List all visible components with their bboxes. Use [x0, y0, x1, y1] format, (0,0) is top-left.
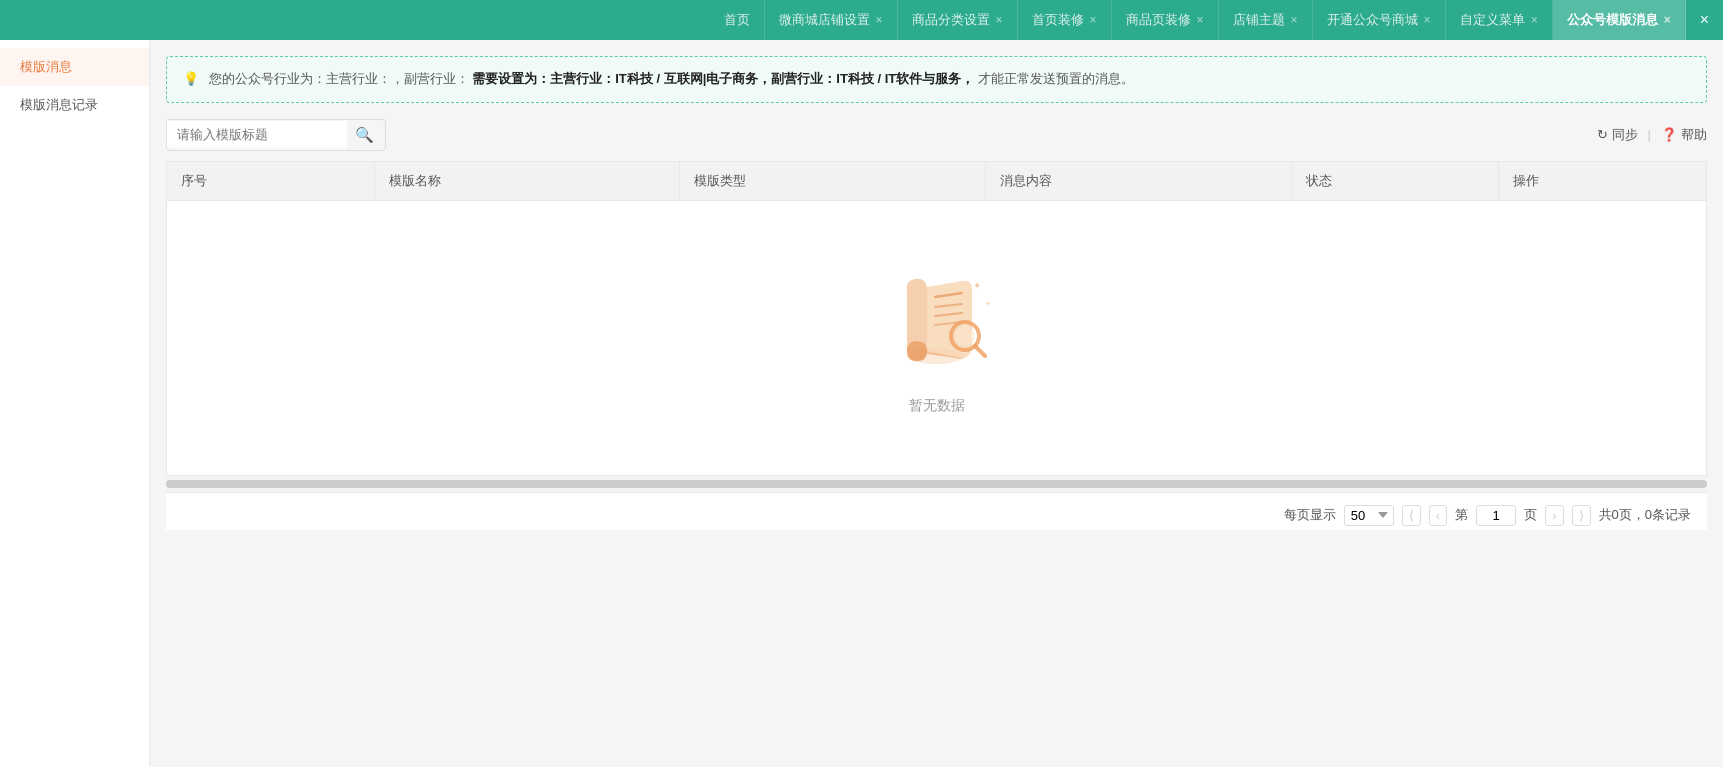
tab-item-open-wechat[interactable]: 开通公众号商城× — [1313, 0, 1446, 40]
tab-item-home[interactable]: 首页 — [710, 0, 765, 40]
svg-line-7 — [975, 346, 985, 356]
col-header-content: 消息内容 — [986, 161, 1292, 200]
notice-text1: 您的公众号行业为：主营行业：，副营行业： — [209, 71, 469, 86]
sidebar: 模版消息模版消息记录 — [0, 40, 150, 767]
page-size-select[interactable]: 102050100 — [1344, 505, 1394, 526]
scrollbar-inner — [166, 480, 1707, 488]
total-info: 共0页，0条记录 — [1599, 506, 1691, 524]
sidebar-item-template-msg-record[interactable]: 模版消息记录 — [0, 86, 149, 124]
table-body: ✦ ✦ 暂无数据 — [167, 200, 1707, 475]
close-all-button[interactable]: × — [1686, 11, 1723, 29]
page-input[interactable] — [1476, 505, 1516, 526]
next-page-button[interactable]: › — [1545, 505, 1563, 526]
tab-close-shop-settings[interactable]: × — [876, 13, 883, 27]
last-page-button[interactable]: ⟩ — [1572, 505, 1591, 526]
refresh-icon: ↻ — [1597, 127, 1608, 142]
pagination: 每页显示 102050100 ⟨ ‹ 第 页 › ⟩ 共0页，0条记录 — [166, 492, 1707, 530]
notice-highlight: 需要设置为：主营行业：IT科技 / 互联网|电子商务，副营行业：IT科技 / I… — [472, 71, 974, 86]
help-icon: ❓ — [1661, 127, 1677, 142]
toolbar: 🔍 ↻ 同步 | ❓ 帮助 — [166, 119, 1707, 151]
page-size-label: 每页显示 — [1284, 506, 1336, 524]
empty-state: ✦ ✦ 暂无数据 — [167, 201, 1706, 475]
svg-text:✦: ✦ — [973, 280, 981, 291]
tab-bar: 首页微商城店铺设置×商品分类设置×首页装修×商品页装修×店铺主题×开通公众号商城… — [0, 0, 1723, 40]
divider: | — [1648, 127, 1651, 142]
notice-box: 💡 您的公众号行业为：主营行业：，副营行业： 需要设置为：主营行业：IT科技 /… — [166, 56, 1707, 103]
tab-item-shop-settings[interactable]: 微商城店铺设置× — [765, 0, 898, 40]
search-box: 🔍 — [166, 119, 386, 151]
empty-row: ✦ ✦ 暂无数据 — [167, 200, 1707, 475]
tab-item-product-page-decor[interactable]: 商品页装修× — [1112, 0, 1219, 40]
tab-item-product-category[interactable]: 商品分类设置× — [898, 0, 1018, 40]
col-header-name: 模版名称 — [374, 161, 680, 200]
col-header-type: 模版类型 — [680, 161, 986, 200]
scrollbar-area[interactable] — [166, 476, 1707, 492]
tab-item-custom-menu[interactable]: 自定义菜单× — [1446, 0, 1553, 40]
tab-close-wechat-template[interactable]: × — [1664, 13, 1671, 27]
notice-text2: 才能正常发送预置的消息。 — [978, 71, 1134, 86]
main-layout: 模版消息模版消息记录 💡 您的公众号行业为：主营行业：，副营行业： 需要设置为：… — [0, 40, 1723, 767]
svg-point-6 — [955, 326, 975, 346]
sync-button[interactable]: ↻ 同步 — [1597, 126, 1638, 144]
table-header-row: 序号模版名称模版类型消息内容状态操作 — [167, 161, 1707, 200]
help-button[interactable]: ❓ 帮助 — [1661, 126, 1707, 144]
empty-text: 暂无数据 — [909, 397, 965, 415]
col-header-index: 序号 — [167, 161, 375, 200]
page-unit: 页 — [1524, 506, 1537, 524]
tab-close-open-wechat[interactable]: × — [1424, 13, 1431, 27]
notice-icon: 💡 — [183, 71, 199, 86]
sync-label: 同步 — [1612, 126, 1638, 144]
sidebar-item-template-msg[interactable]: 模版消息 — [0, 48, 149, 86]
svg-text:✦: ✦ — [985, 300, 991, 307]
tab-close-product-category[interactable]: × — [996, 13, 1003, 27]
tab-close-home-decor[interactable]: × — [1090, 13, 1097, 27]
tab-item-wechat-template[interactable]: 公众号模版消息× — [1553, 0, 1686, 40]
tab-item-home-decor[interactable]: 首页装修× — [1018, 0, 1112, 40]
data-table: 序号模版名称模版类型消息内容状态操作 — [166, 161, 1707, 476]
tab-close-product-page-decor[interactable]: × — [1197, 13, 1204, 27]
toolbar-right: ↻ 同步 | ❓ 帮助 — [1597, 126, 1707, 144]
prev-page-button[interactable]: ‹ — [1429, 505, 1447, 526]
col-header-status: 状态 — [1291, 161, 1499, 200]
search-button[interactable]: 🔍 — [347, 120, 382, 150]
content-area: 💡 您的公众号行业为：主营行业：，副营行业： 需要设置为：主营行业：IT科技 /… — [150, 40, 1723, 767]
search-input[interactable] — [167, 121, 347, 148]
table-head: 序号模版名称模版类型消息内容状态操作 — [167, 161, 1707, 200]
first-page-button[interactable]: ⟨ — [1402, 505, 1421, 526]
page-label: 第 — [1455, 506, 1468, 524]
tab-item-store-theme[interactable]: 店铺主题× — [1219, 0, 1313, 40]
col-header-action: 操作 — [1499, 161, 1707, 200]
help-label: 帮助 — [1681, 126, 1707, 144]
empty-illustration: ✦ ✦ — [877, 261, 997, 381]
tab-close-store-theme[interactable]: × — [1291, 13, 1298, 27]
tab-close-custom-menu[interactable]: × — [1531, 13, 1538, 27]
